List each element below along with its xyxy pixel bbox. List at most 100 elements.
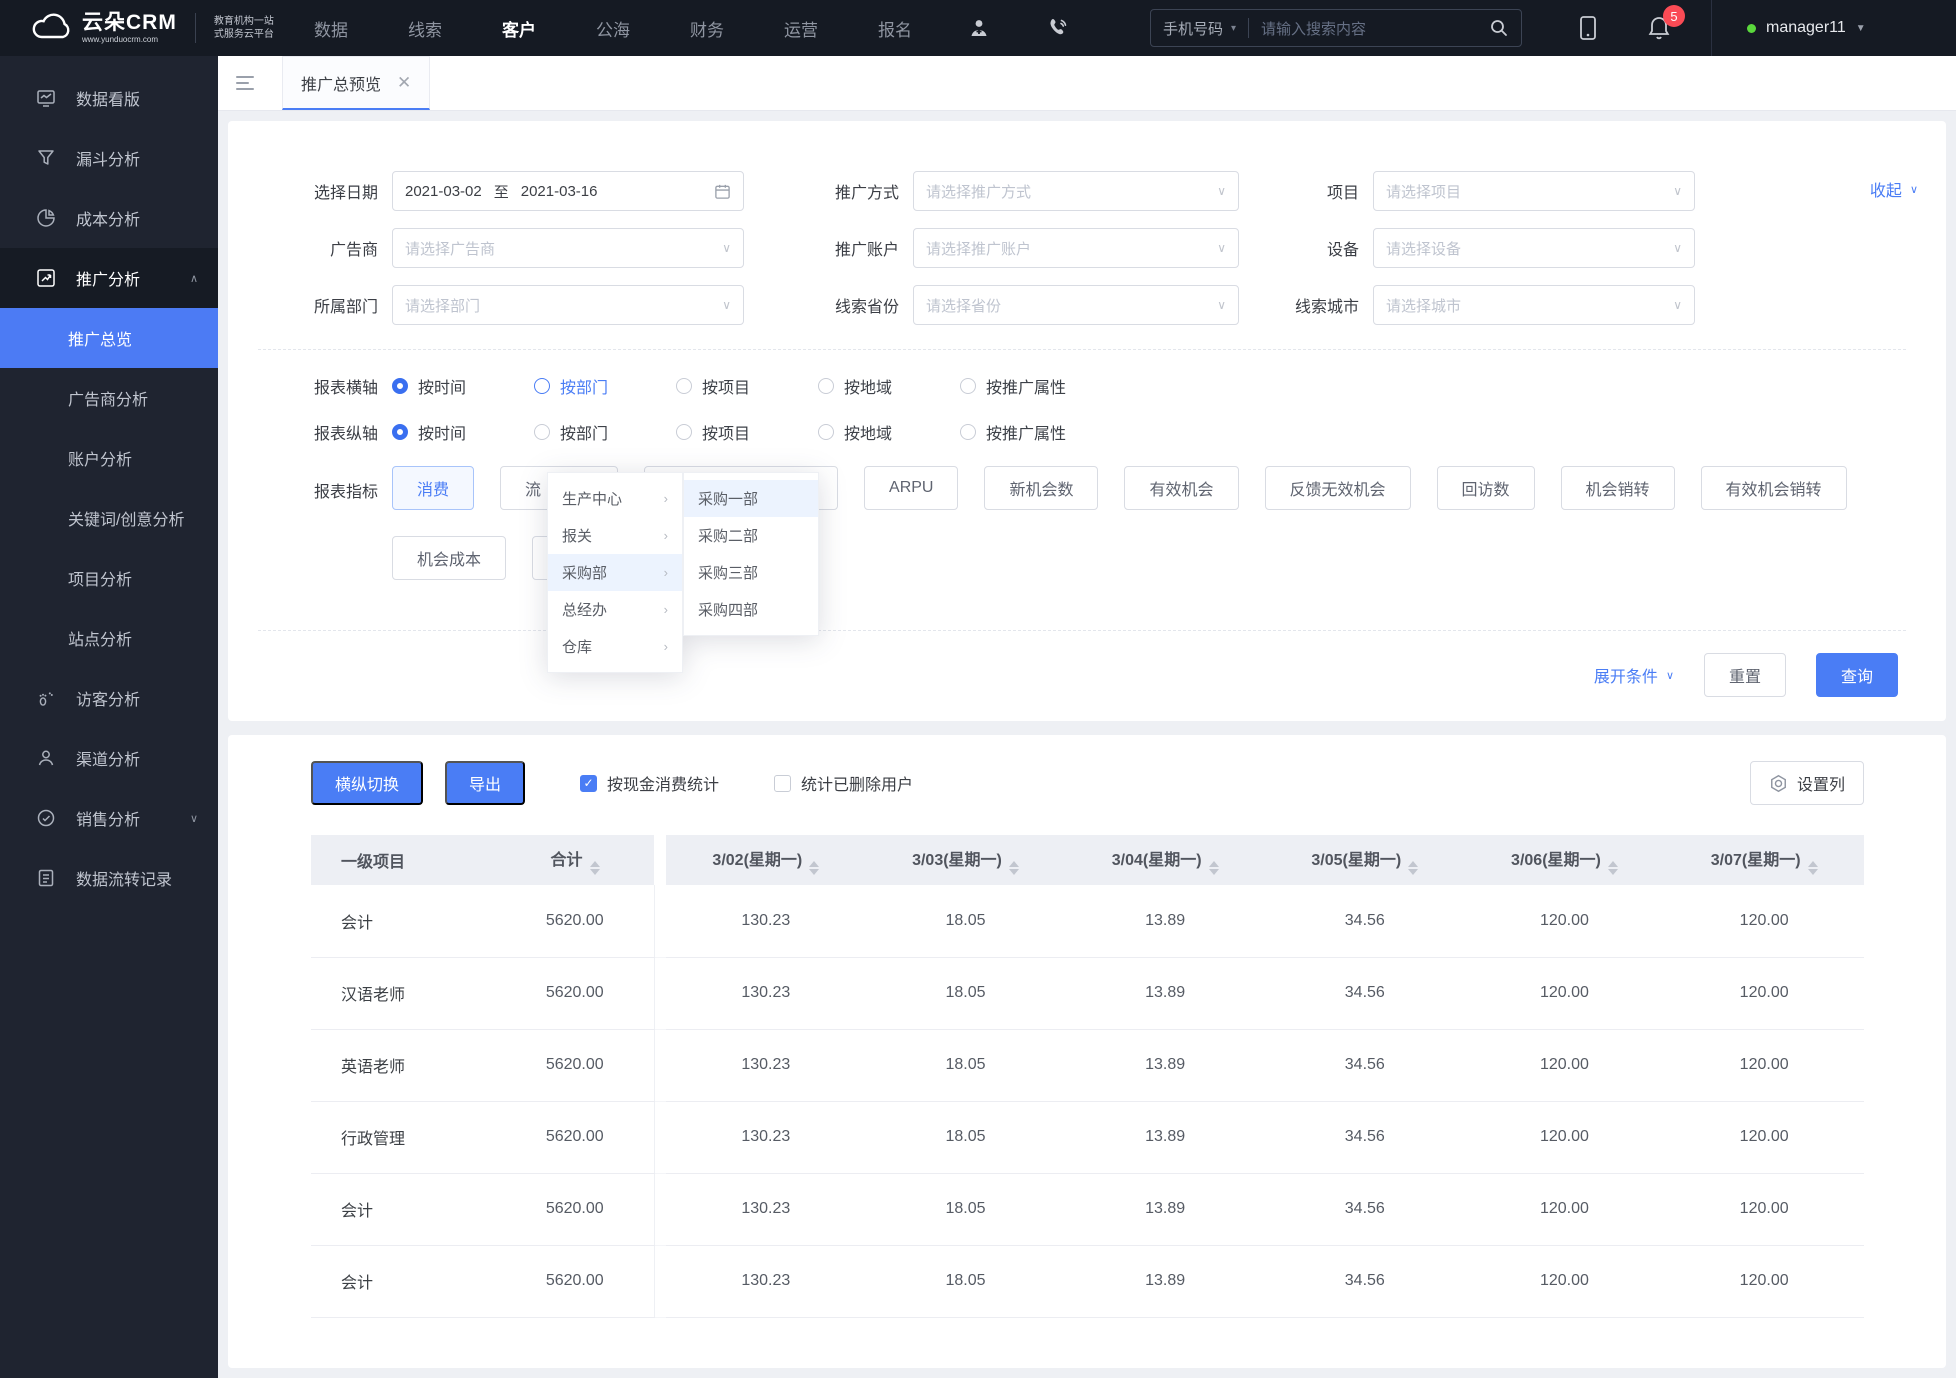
cloud-logo-icon — [30, 11, 72, 46]
radio-option-按时间[interactable]: 按时间 — [392, 420, 524, 444]
column-header-3/07(星期一)[interactable]: 3/07(星期一) — [1664, 835, 1864, 885]
checkbox-icon[interactable] — [774, 774, 792, 792]
collapse-filters-link[interactable]: 收起 ∨ — [1870, 177, 1918, 201]
chevron-right-icon: › — [663, 602, 668, 617]
select-线索省份[interactable]: 请选择省份 ∨ — [913, 285, 1239, 325]
phone-icon[interactable] — [1046, 16, 1070, 40]
chevron-right-icon: › — [663, 491, 668, 506]
select-广告商[interactable]: 请选择广告商 ∨ — [392, 228, 744, 268]
checkbox-统计已删除用户[interactable]: 统计已删除用户 — [774, 771, 913, 795]
indicator-button-反馈无效机会[interactable]: 反馈无效机会 — [1264, 466, 1411, 510]
column-settings-button[interactable]: 设置列 — [1749, 761, 1864, 805]
query-button[interactable]: 查询 — [1816, 653, 1898, 697]
expand-conditions-link[interactable]: 展开条件 ∨ — [1594, 663, 1674, 687]
column-header-3/06(星期一)[interactable]: 3/06(星期一) — [1464, 835, 1665, 885]
sidebar-subitem-1[interactable]: 广告商分析 — [0, 368, 218, 428]
user-menu[interactable]: manager11 ▼ — [1711, 0, 1866, 56]
select-项目[interactable]: 请选择项目 ∨ — [1373, 171, 1695, 211]
date-range-input[interactable]: 2021-03-02 至 2021-03-16 — [392, 171, 744, 211]
column-header-3/02(星期一)[interactable]: 3/02(星期一) — [666, 835, 866, 885]
select-线索城市[interactable]: 请选择城市 ∨ — [1373, 285, 1695, 325]
indicator-button-ARPU[interactable]: ARPU — [864, 466, 959, 510]
select-推广账户[interactable]: 请选择推广账户 ∨ — [913, 228, 1239, 268]
footprints-icon — [36, 688, 56, 708]
filter-rows: 选择日期 2021-03-02 至 2021-03-16 推广方式 请选择推广方式 ∨ 项目请… — [228, 171, 1926, 325]
radio-option-按项目[interactable]: 按项目 — [676, 374, 808, 398]
cascader-item-生产中心[interactable]: 生产中心 › — [548, 480, 682, 517]
column-header-3/05(星期一)[interactable]: 3/05(星期一) — [1264, 835, 1465, 885]
select-推广方式[interactable]: 请选择推广方式 ∨ — [913, 171, 1239, 211]
nav-item-6[interactable]: 报名 — [878, 16, 912, 41]
reset-button[interactable]: 重置 — [1704, 653, 1786, 697]
select-所属部门[interactable]: 请选择部门 ∨ — [392, 285, 744, 325]
filter-field-label: 选择日期 — [313, 185, 378, 202]
radio-option-按地域[interactable]: 按地域 — [818, 374, 950, 398]
cascader-item-采购一部[interactable]: 采购一部 — [684, 480, 818, 517]
sidebar-subitem-5[interactable]: 站点分析 — [0, 608, 218, 668]
tab-bar: 推广总预览 ✕ — [218, 56, 1956, 111]
indicator-button-新机会数[interactable]: 新机会数 — [984, 466, 1099, 510]
cascader-item-采购四部[interactable]: 采购四部 — [684, 591, 818, 628]
sidebar-item-2[interactable]: 成本分析 — [0, 188, 218, 248]
cascader-item-采购三部[interactable]: 采购三部 — [684, 554, 818, 591]
search-icon[interactable] — [1489, 18, 1509, 38]
global-search[interactable]: 手机号码 ▾ 请输入搜索内容 — [1150, 9, 1522, 47]
radio-option-按推广属性[interactable]: 按推广属性 — [960, 420, 1066, 444]
sidebar-subitem-0[interactable]: 推广总览 — [0, 308, 218, 368]
column-header-合计[interactable]: 合计 — [496, 835, 654, 885]
tab-label: 推广总预览 — [301, 76, 382, 94]
export-button[interactable]: 导出 — [445, 761, 526, 805]
sidebar-item-6[interactable]: 销售分析 ∨ — [0, 788, 218, 848]
tab-list-icon[interactable] — [236, 76, 256, 90]
radio-option-按推广属性[interactable]: 按推广属性 — [960, 374, 1066, 398]
nav-item-1[interactable]: 线索 — [408, 16, 442, 41]
search-input[interactable]: 请输入搜索内容 — [1261, 18, 1481, 39]
sidebar-subitem-3[interactable]: 关键词/创意分析 — [0, 488, 218, 548]
sidebar: 数据看版 漏斗分析 成本分析 推广分析 ∧ 推广总览 广告商分析 账户分析 关键词/创意分析 项目… — [0, 56, 218, 1378]
notifications-bell-icon[interactable]: 5 — [1647, 5, 1685, 41]
chevron-right-icon: › — [663, 528, 668, 543]
tab-promotion-overview[interactable]: 推广总预览 ✕ — [282, 56, 431, 110]
indicator-button-回访数[interactable]: 回访数 — [1436, 466, 1535, 510]
column-header-3/04(星期一)[interactable]: 3/04(星期一) — [1065, 835, 1265, 885]
cascader-item-报关[interactable]: 报关 › — [548, 517, 682, 554]
cascader-item-仓库[interactable]: 仓库 › — [548, 628, 682, 665]
select-设备[interactable]: 请选择设备 ∨ — [1373, 228, 1695, 268]
radio-option-按项目[interactable]: 按项目 — [676, 420, 808, 444]
radio-option-按部门[interactable]: 按部门 — [534, 420, 666, 444]
sidebar-item-4[interactable]: 访客分析 — [0, 668, 218, 728]
nav-item-3[interactable]: 公海 — [596, 16, 630, 41]
checkbox-checked-icon[interactable]: ✓ — [580, 774, 598, 792]
sidebar-item-1[interactable]: 漏斗分析 — [0, 128, 218, 188]
indicator-button-消费[interactable]: 消费 — [392, 466, 475, 510]
indicator-button-有效机会销转[interactable]: 有效机会销转 — [1700, 466, 1847, 510]
add-contact-icon[interactable] — [967, 16, 991, 40]
cascader-item-采购部[interactable]: 采购部 › — [548, 554, 682, 591]
mobile-icon[interactable] — [1577, 15, 1599, 41]
indicator-button-机会销转[interactable]: 机会销转 — [1560, 466, 1675, 510]
sidebar-item-5[interactable]: 渠道分析 — [0, 728, 218, 788]
report-table: 一级项目 合计 3/02(星期一) 3/03(星期一) 3/04(星期一) 3/05(星期… — [311, 835, 1864, 1318]
search-category[interactable]: 手机号码 — [1163, 18, 1223, 39]
cascader-item-总经办[interactable]: 总经办 › — [548, 591, 682, 628]
column-header-3/03(星期一)[interactable]: 3/03(星期一) — [865, 835, 1066, 885]
tab-close-icon[interactable]: ✕ — [397, 73, 411, 93]
nav-item-0[interactable]: 数据 — [314, 16, 348, 41]
radio-option-按地域[interactable]: 按地域 — [818, 420, 950, 444]
sidebar-item-7[interactable]: 数据流转记录 — [0, 848, 218, 908]
swap-axes-button[interactable]: 横纵切换 — [311, 761, 424, 805]
sidebar-subitem-2[interactable]: 账户分析 — [0, 428, 218, 488]
nav-item-4[interactable]: 财务 — [690, 16, 724, 41]
sidebar-subitem-4[interactable]: 项目分析 — [0, 548, 218, 608]
radio-option-按时间[interactable]: 按时间 — [392, 374, 524, 398]
indicator-button-有效机会[interactable]: 有效机会 — [1124, 466, 1239, 510]
top-navbar: 云朵CRM www.yunduocrm.com 教育机构一站 式服务云平台 数据 线… — [0, 0, 1956, 56]
indicator-button-机会成本[interactable]: 机会成本 — [392, 536, 507, 580]
cascader-item-采购二部[interactable]: 采购二部 — [684, 517, 818, 554]
sidebar-item-0[interactable]: 数据看版 — [0, 68, 218, 128]
radio-option-按部门[interactable]: 按部门 — [534, 374, 666, 398]
nav-item-2[interactable]: 客户 — [502, 16, 536, 41]
nav-item-5[interactable]: 运营 — [784, 16, 818, 41]
sidebar-item-3[interactable]: 推广分析 ∧ — [0, 248, 218, 308]
checkbox-按现金消费统计[interactable]: ✓ 按现金消费统计 — [580, 771, 719, 795]
